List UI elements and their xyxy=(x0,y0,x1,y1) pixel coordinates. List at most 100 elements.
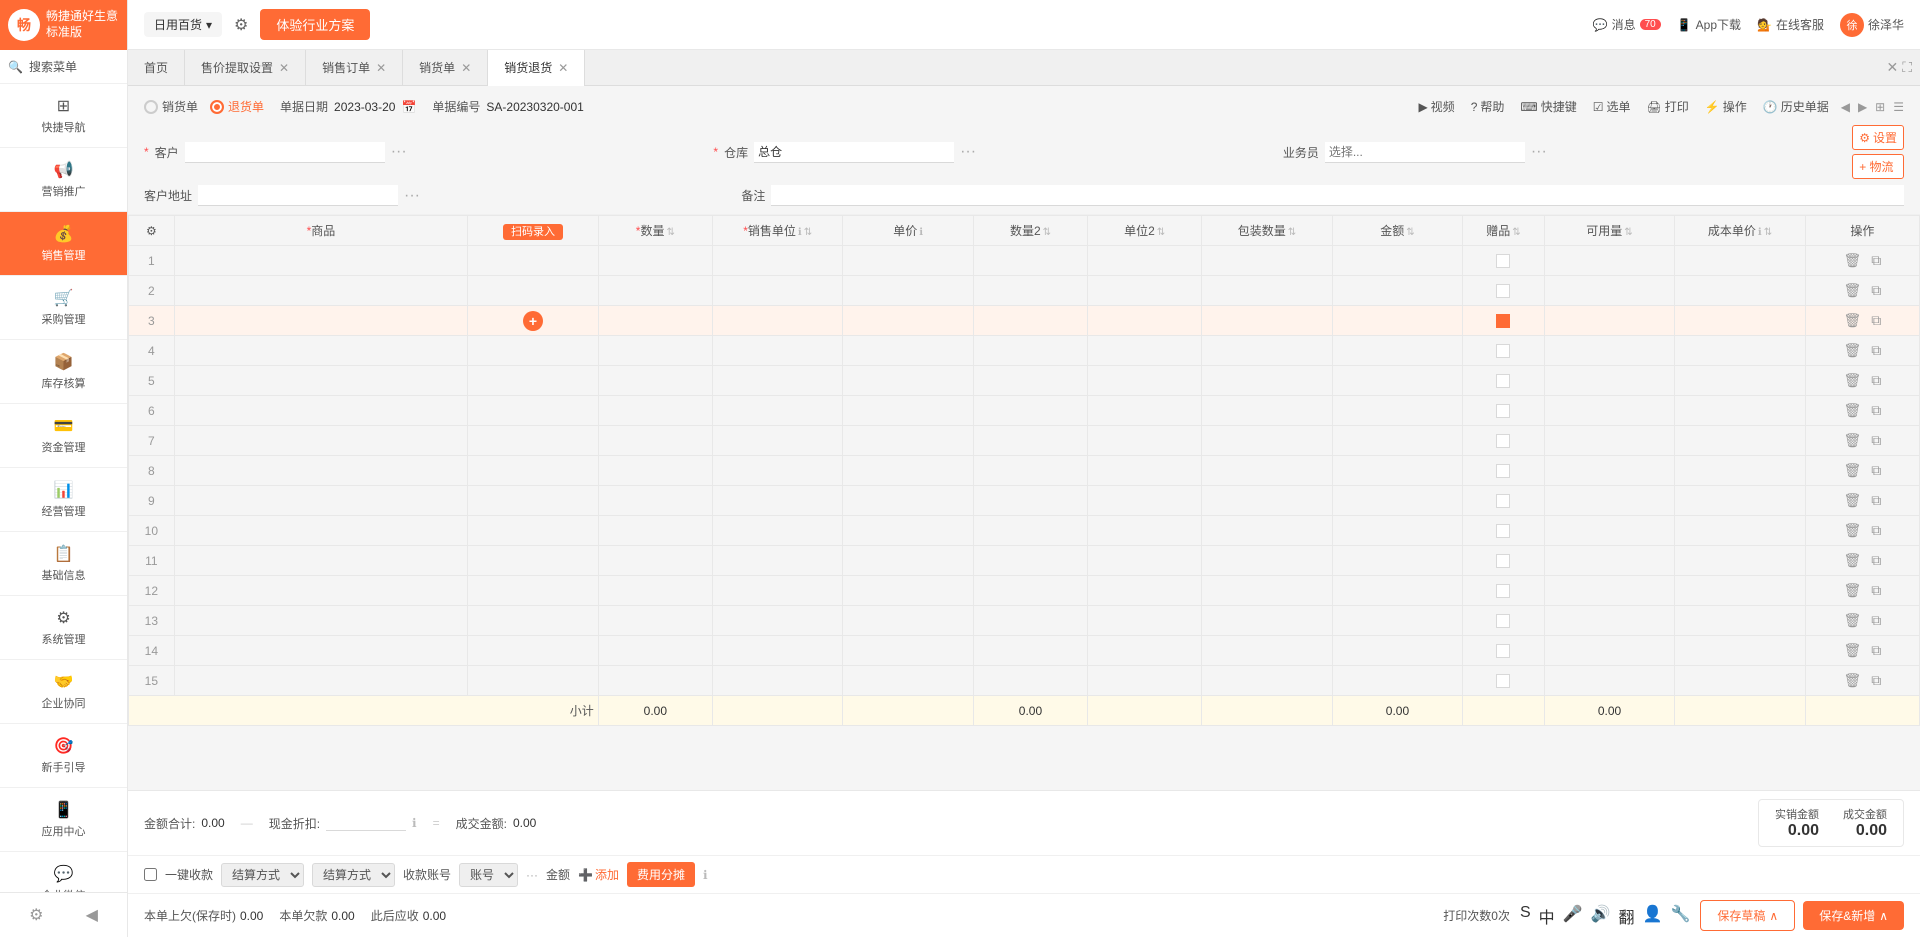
cost-cell-5[interactable] xyxy=(1675,366,1805,396)
pack-cell-13[interactable] xyxy=(1202,606,1332,636)
unit-cell-7[interactable] xyxy=(712,426,842,456)
price-cell-4[interactable] xyxy=(843,336,973,366)
pack-cell-9[interactable] xyxy=(1202,486,1332,516)
sidebar-item-appstore[interactable]: 📱应用中心 xyxy=(0,788,127,852)
shortcut-btn[interactable]: ⌨ 快捷键 xyxy=(1516,96,1580,117)
delete-row-btn-7[interactable]: 🗑 xyxy=(1840,431,1864,450)
unit2-cell-9[interactable] xyxy=(1088,486,1202,516)
gift-checkbox-4[interactable] xyxy=(1496,344,1510,358)
gift-checkbox-2[interactable] xyxy=(1496,284,1510,298)
radio-delivery[interactable]: 销货单 xyxy=(144,98,198,115)
unit-cell-3[interactable] xyxy=(712,306,842,336)
unit2-cell-4[interactable] xyxy=(1088,336,1202,366)
amount-cell-11[interactable] xyxy=(1332,546,1462,576)
price-cell-1[interactable] xyxy=(843,246,973,276)
gift-checkbox-14[interactable] xyxy=(1496,644,1510,658)
gift-checkbox-8[interactable] xyxy=(1496,464,1510,478)
voice-icon[interactable]: 🔊 xyxy=(1589,902,1613,930)
unit-cell-12[interactable] xyxy=(712,576,842,606)
unit-cell-15[interactable] xyxy=(712,666,842,696)
sidebar-item-shortcut[interactable]: ⊞快捷导航 xyxy=(0,84,127,148)
amount-dots[interactable]: ··· xyxy=(526,868,538,882)
price-cell-5[interactable] xyxy=(843,366,973,396)
qty-cell-5[interactable] xyxy=(598,366,712,396)
cost-cell-14[interactable] xyxy=(1675,636,1805,666)
add-fee-btn[interactable]: ➕ 添加 xyxy=(578,866,619,883)
qty-cell-3[interactable] xyxy=(598,306,712,336)
qty2-cell-14[interactable] xyxy=(973,636,1087,666)
product-cell-14[interactable] xyxy=(174,636,468,666)
col-gear[interactable]: ⚙ xyxy=(129,216,175,246)
history-btn[interactable]: 🕐 历史单据 xyxy=(1759,96,1833,117)
qty-cell-6[interactable] xyxy=(598,396,712,426)
qty2-cell-1[interactable] xyxy=(973,246,1087,276)
sidebar-item-system[interactable]: ⚙系统管理 xyxy=(0,596,127,660)
amount-cell-3[interactable] xyxy=(1332,306,1462,336)
product-cell-13[interactable] xyxy=(174,606,468,636)
gift-checkbox-1[interactable] xyxy=(1496,254,1510,268)
address-dots[interactable]: ··· xyxy=(404,187,420,205)
product-cell-8[interactable] xyxy=(174,456,468,486)
settings-bottom-icon[interactable]: ⚙ xyxy=(25,901,47,929)
gift-checkbox-11[interactable] xyxy=(1496,554,1510,568)
qty-cell-13[interactable] xyxy=(598,606,712,636)
unit2-cell-12[interactable] xyxy=(1088,576,1202,606)
unit-cell-4[interactable] xyxy=(712,336,842,366)
product-input-3[interactable] xyxy=(179,314,464,328)
amount-cell-2[interactable] xyxy=(1332,276,1462,306)
copy-row-btn-9[interactable]: ⧉ xyxy=(1868,491,1884,510)
cost-cell-6[interactable] xyxy=(1675,396,1805,426)
qty-cell-8[interactable] xyxy=(598,456,712,486)
pack-cell-6[interactable] xyxy=(1202,396,1332,426)
unit2-cell-14[interactable] xyxy=(1088,636,1202,666)
pack-cell-1[interactable] xyxy=(1202,246,1332,276)
topbar-gear-icon[interactable]: ⚙ xyxy=(230,11,252,39)
qty-cell-11[interactable] xyxy=(598,546,712,576)
qty2-cell-2[interactable] xyxy=(973,276,1087,306)
available-cell-1[interactable] xyxy=(1544,246,1674,276)
delete-row-btn-2[interactable]: 🗑 xyxy=(1840,281,1864,300)
gift-cell-7[interactable] xyxy=(1463,426,1545,456)
unit-cell-5[interactable] xyxy=(712,366,842,396)
qty2-cell-9[interactable] xyxy=(973,486,1087,516)
qty2-cell-8[interactable] xyxy=(973,456,1087,486)
select-btn[interactable]: ☑ 选单 xyxy=(1589,96,1635,117)
delete-row-btn-9[interactable]: 🗑 xyxy=(1840,491,1864,510)
sidebar-item-inventory[interactable]: 📦库存核算 xyxy=(0,340,127,404)
qty-cell-10[interactable] xyxy=(598,516,712,546)
product-cell-15[interactable] xyxy=(174,666,468,696)
copy-row-btn-6[interactable]: ⧉ xyxy=(1868,401,1884,420)
cost-cell-12[interactable] xyxy=(1675,576,1805,606)
price-cell-2[interactable] xyxy=(843,276,973,306)
qty-cell-7[interactable] xyxy=(598,426,712,456)
price-cell-10[interactable] xyxy=(843,516,973,546)
qty-cell-12[interactable] xyxy=(598,576,712,606)
app-download-btn[interactable]: 📱 App下载 xyxy=(1677,16,1741,33)
copy-row-btn-15[interactable]: ⧉ xyxy=(1868,671,1884,690)
save-draft-btn[interactable]: 保存草稿 ∧ xyxy=(1700,900,1795,931)
price-cell-12[interactable] xyxy=(843,576,973,606)
gift-checkbox-12[interactable] xyxy=(1496,584,1510,598)
delete-row-btn-10[interactable]: 🗑 xyxy=(1840,521,1864,540)
amount-cell-5[interactable] xyxy=(1332,366,1462,396)
amount-cell-8[interactable] xyxy=(1332,456,1462,486)
gift-checkbox-13[interactable] xyxy=(1496,614,1510,628)
warehouse-dots[interactable]: ··· xyxy=(960,143,976,161)
unit2-cell-11[interactable] xyxy=(1088,546,1202,576)
cost-cell-1[interactable] xyxy=(1675,246,1805,276)
person-icon[interactable]: 👤 xyxy=(1641,902,1665,930)
available-cell-7[interactable] xyxy=(1544,426,1674,456)
one-click-checkbox[interactable] xyxy=(144,868,157,881)
copy-row-btn-11[interactable]: ⧉ xyxy=(1868,551,1884,570)
copy-row-btn-4[interactable]: ⧉ xyxy=(1868,341,1884,360)
gift-cell-5[interactable] xyxy=(1463,366,1545,396)
col-scan[interactable]: 扫码录入 xyxy=(468,216,598,246)
delete-row-btn-6[interactable]: 🗑 xyxy=(1840,401,1864,420)
amount-cell-13[interactable] xyxy=(1332,606,1462,636)
user-menu[interactable]: 徐 徐泽华 xyxy=(1840,13,1904,37)
available-cell-8[interactable] xyxy=(1544,456,1674,486)
product-cell-4[interactable] xyxy=(174,336,468,366)
add-row-cell-3[interactable]: + xyxy=(468,306,598,336)
cost-cell-7[interactable] xyxy=(1675,426,1805,456)
available-cell-6[interactable] xyxy=(1544,396,1674,426)
